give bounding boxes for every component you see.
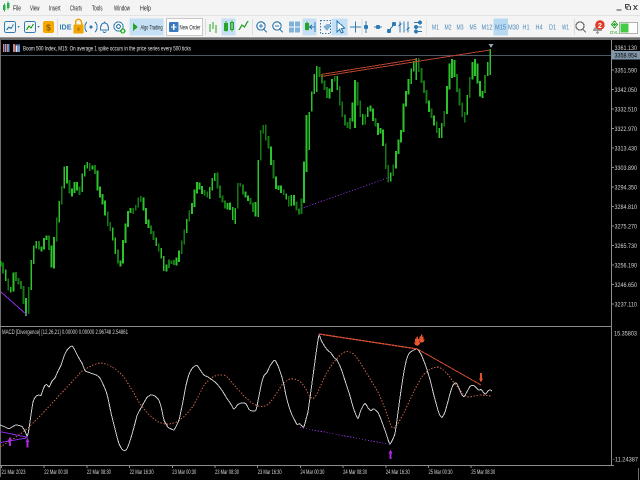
svg-text:23 Mar 16:30: 23 Mar 16:30 [258, 469, 282, 476]
svg-text:3246.650: 3246.650 [615, 282, 638, 289]
svg-text:24 Mar 00:30: 24 Mar 00:30 [300, 469, 324, 476]
svg-text:3303.890: 3303.890 [615, 165, 638, 172]
svg-text:22 Mar 08:30: 22 Mar 08:30 [87, 469, 111, 476]
svg-text:3284.810: 3284.810 [615, 204, 638, 211]
svg-text:22 Mar 00:30: 22 Mar 00:30 [44, 469, 68, 476]
svg-text:24 Mar 08:30: 24 Mar 08:30 [343, 469, 367, 476]
svg-text:M15: M15 [495, 25, 506, 32]
svg-text:2: 2 [598, 23, 602, 30]
svg-text:3358.954: 3358.954 [615, 53, 638, 60]
svg-text:H1: H1 [523, 25, 530, 32]
svg-text:3237.110: 3237.110 [615, 301, 638, 308]
svg-text:M12: M12 [482, 25, 493, 32]
svg-text:New Order: New Order [180, 25, 202, 32]
svg-text:M30: M30 [508, 25, 519, 32]
svg-text:25 Mar 08:30: 25 Mar 08:30 [471, 469, 495, 476]
svg-text:MACD [Divergence] [12,26,21] 0: MACD [Divergence] [12,26,21] 0.00000 0.0… [2, 329, 128, 336]
svg-text:24 Mar 16:30: 24 Mar 16:30 [386, 469, 410, 476]
svg-text:File: File [13, 4, 21, 13]
svg-text:M5: M5 [470, 25, 477, 32]
svg-text:3256.190: 3256.190 [615, 262, 638, 269]
svg-text:21 Mar 2023: 21 Mar 2023 [2, 469, 26, 476]
svg-text:3351.590: 3351.590 [615, 67, 638, 74]
svg-text:3332.510: 3332.510 [615, 106, 638, 113]
svg-text:$: $ [46, 23, 51, 33]
svg-text:23 Mar 00:30: 23 Mar 00:30 [172, 469, 196, 476]
svg-text:Insert: Insert [49, 4, 61, 13]
svg-text:View: View [30, 4, 40, 13]
svg-text:3322.970: 3322.970 [615, 126, 638, 133]
svg-text:23 Mar 08:30: 23 Mar 08:30 [215, 469, 239, 476]
svg-text:Tools: Tools [92, 4, 103, 13]
svg-text:IDE: IDE [60, 25, 72, 32]
svg-text:3294.350: 3294.350 [615, 184, 638, 191]
svg-text:25 Mar 00:30: 25 Mar 00:30 [429, 469, 453, 476]
svg-text:Help: Help [140, 4, 151, 13]
svg-text:H4: H4 [536, 25, 543, 32]
svg-text:3313.430: 3313.430 [615, 145, 638, 152]
svg-text:22 Mar 16:30: 22 Mar 16:30 [130, 469, 154, 476]
svg-text:3265.730: 3265.730 [615, 243, 638, 250]
svg-text:Boom 500 Index, M15: On avera: Boom 500 Index, M15: On average 1 spike … [23, 46, 191, 53]
svg-text:M1: M1 [432, 25, 439, 32]
svg-text:-11.24387: -11.24387 [613, 457, 638, 464]
svg-text:Window: Window [114, 4, 130, 13]
svg-text:M3: M3 [457, 25, 464, 32]
svg-text:Algo Trading: Algo Trading [141, 25, 163, 32]
svg-text:Charts: Charts [70, 4, 82, 13]
svg-text:D1: D1 [549, 25, 556, 32]
svg-text:M2: M2 [445, 25, 452, 32]
svg-text:15.35803: 15.35803 [614, 331, 637, 338]
svg-text:DVL: DVL [610, 30, 619, 35]
svg-text:W1: W1 [562, 25, 569, 32]
svg-text:3342.050: 3342.050 [615, 87, 638, 94]
svg-text:3275.270: 3275.270 [615, 223, 638, 230]
